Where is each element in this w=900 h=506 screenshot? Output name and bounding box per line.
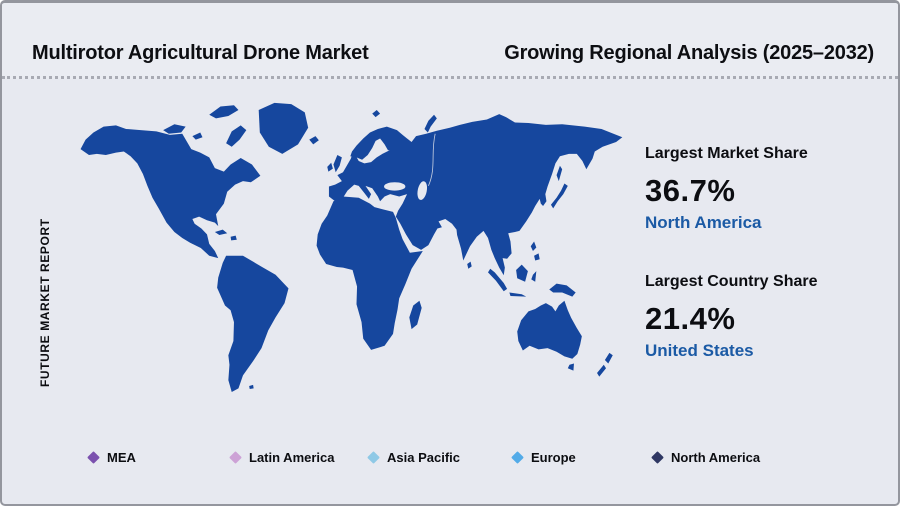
iceland [309,136,319,145]
legend-marker-mea [87,451,100,464]
japan-sakhalin [550,165,568,209]
legend-label-asia-pacific: Asia Pacific [387,450,460,465]
analysis-title: Growing Regional Analysis (2025–2032) [504,42,874,64]
stat-label: Largest Market Share [645,145,808,162]
header: Multirotor Agricultural Drone Market Gro… [2,3,898,79]
legend-marker-north-america [651,451,664,464]
british-isles [327,155,342,173]
world-map-svg [80,102,623,392]
legend-item-europe: Europe [511,450,576,465]
stats-panel: Largest Market Share 36.7% North America… [645,145,898,361]
stat-largest-market-share: Largest Market Share 36.7% North America [645,145,898,233]
caribbean-islands [214,229,237,241]
legend-marker-latin-america [229,451,242,464]
legend-item-north-america: North America [651,450,761,465]
madagascar [409,300,422,330]
black-sea [384,182,406,191]
continents [80,102,623,392]
legend-label-north-america: North America [671,450,761,465]
infographic-window: Multirotor Agricultural Drone Market Gro… [0,0,900,506]
legend-label-europe: Europe [531,450,576,465]
legend-item-asia-pacific: Asia Pacific [367,450,460,465]
sri-lanka [467,261,472,269]
stat-region: United States [645,341,754,360]
australia [517,300,582,359]
world-map [62,97,624,405]
stat-label: Largest Country Share [645,273,818,290]
legend: MEA Latin America Asia Pacific Europe No… [2,450,898,470]
legend-label-latin-america: Latin America [249,450,335,465]
south-america [217,255,289,392]
legend-item-latin-america: Latin America [229,450,335,465]
stat-largest-country-share: Largest Country Share 21.4% United State… [645,273,898,361]
stat-region: North America [645,213,762,232]
legend-item-mea: MEA [87,450,136,465]
legend-label-mea: MEA [107,450,136,465]
falkland-islands [249,384,254,390]
greenland [258,102,309,154]
legend-marker-asia-pacific [367,451,380,464]
brand-watermark: FUTURE MARKET REPORT [38,218,52,387]
stat-value: 36.7% [645,173,736,208]
stat-value: 21.4% [645,301,736,336]
market-title: Multirotor Agricultural Drone Market [32,42,369,64]
legend-marker-europe [511,451,524,464]
